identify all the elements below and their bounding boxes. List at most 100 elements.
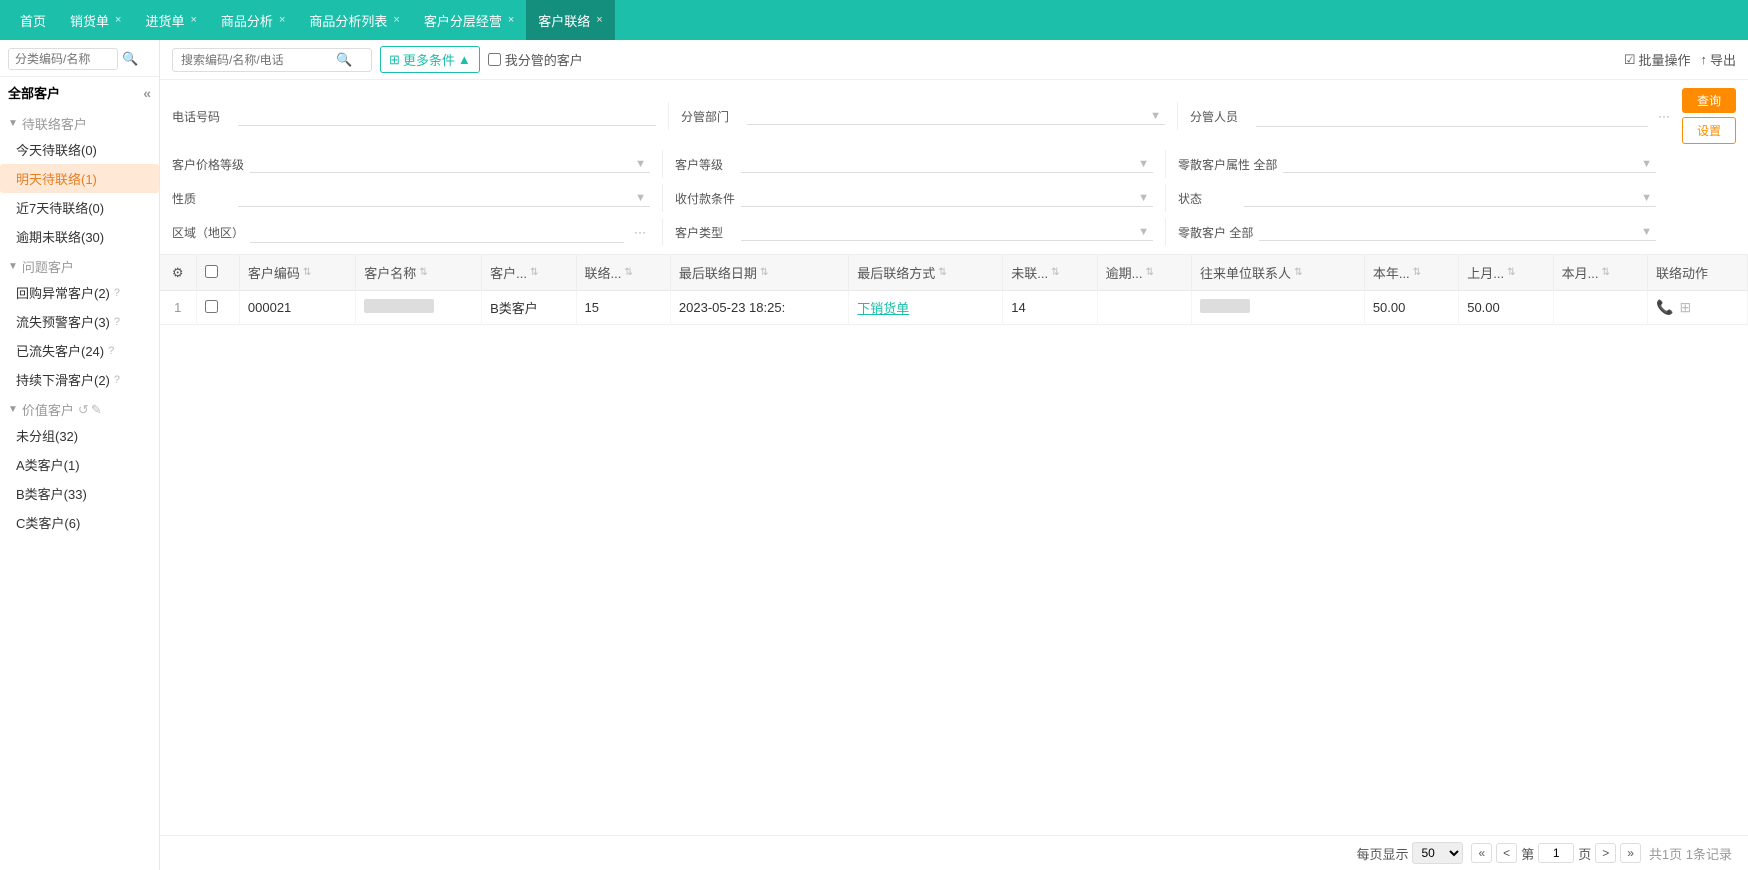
row-checkbox[interactable] [196, 291, 239, 325]
sidebar-item-overdue[interactable]: 逾期未联络(30) [0, 222, 159, 251]
th-this-year[interactable]: 本年... ⇅ [1364, 255, 1458, 291]
edit-value-icon[interactable]: ✎ [91, 402, 102, 418]
col-sort-company-contacts[interactable]: 往来单位联系人 ⇅ [1200, 263, 1302, 282]
export-button[interactable]: ↑ 导出 [1700, 50, 1736, 69]
filter-more-btn[interactable]: ⊞ 更多条件 ▲ [380, 46, 480, 73]
nav-purchase-order-close[interactable]: × [190, 14, 196, 26]
filter-price-level-select[interactable]: ▼ [250, 156, 650, 173]
col-sort-code[interactable]: 客户编码 ⇅ [248, 263, 311, 282]
th-settings[interactable]: ⚙ [160, 255, 196, 291]
col-sort-last-month[interactable]: 上月... ⇅ [1467, 263, 1515, 282]
sidebar-item-class-a[interactable]: A类客户(1) [0, 450, 159, 479]
th-last-method[interactable]: 最后联络方式 ⇅ [849, 255, 1003, 291]
th-checkbox[interactable] [196, 255, 239, 291]
col-sort-last-method[interactable]: 最后联络方式 ⇅ [857, 263, 946, 282]
nav-purchase-order-label: 进货单 [145, 11, 184, 30]
filter-phone-input[interactable] [238, 107, 656, 126]
search-icon[interactable]: 🔍 [336, 52, 352, 68]
grid-icon[interactable]: ⊞ [1679, 299, 1691, 316]
filter-customer-level-select[interactable]: ▼ [741, 156, 1153, 173]
last-page-btn[interactable]: » [1620, 843, 1641, 863]
col-sort-this-month[interactable]: 本月... ⇅ [1562, 263, 1610, 282]
first-page-btn[interactable]: « [1471, 843, 1492, 863]
th-company-contacts[interactable]: 往来单位联系人 ⇅ [1192, 255, 1365, 291]
filter-nature-select[interactable]: ▼ [238, 190, 650, 207]
settings-button[interactable]: 设置 [1682, 117, 1736, 144]
sidebar-group-value-label: 价值客户 [22, 400, 74, 419]
prev-page-btn[interactable]: < [1496, 843, 1517, 863]
th-contacts[interactable]: 联络... ⇅ [576, 255, 670, 291]
sidebar-item-declining[interactable]: 持续下滑客户(2) ? [0, 365, 159, 394]
sidebar-item-ungrouped[interactable]: 未分组(32) [0, 421, 159, 450]
th-uncontacted[interactable]: 未联... ⇅ [1003, 255, 1097, 291]
sidebar-item-churn-warning[interactable]: 流失预警客户(3) ? [0, 307, 159, 336]
call-icon[interactable]: 📞 [1656, 299, 1673, 316]
manager-dots-btn[interactable]: ··· [1654, 109, 1674, 123]
filter-status-select[interactable]: ▼ [1244, 190, 1656, 207]
refresh-icon[interactable]: ↺ [78, 402, 89, 418]
sidebar-item-churned[interactable]: 已流失客户(24) ? [0, 336, 159, 365]
th-this-month[interactable]: 本月... ⇅ [1553, 255, 1647, 291]
help-icon-4: ? [114, 374, 120, 386]
sidebar-item-today[interactable]: 今天待联络(0) [0, 135, 159, 164]
nav-customer-layered[interactable]: 客户分层经营 × [412, 0, 526, 40]
sidebar-item-tomorrow[interactable]: 明天待联络(1) [0, 164, 159, 193]
my-customers-checkbox-label[interactable]: 我分管的客户 [488, 50, 583, 69]
col-sort-name[interactable]: 客户名称 ⇅ [364, 263, 427, 282]
page-size-select[interactable]: 10 20 50 100 [1412, 842, 1463, 864]
nav-home-label: 首页 [20, 11, 46, 30]
page-number-input[interactable] [1538, 843, 1574, 863]
page-label: 第 [1521, 844, 1534, 863]
filter-dept-select[interactable]: ▼ [747, 108, 1165, 125]
query-button[interactable]: 查询 [1682, 88, 1736, 113]
sidebar-item-abnormal[interactable]: 回购异常客户(2) ? [0, 278, 159, 307]
batch-op-button[interactable]: ☑ 批量操作 [1624, 50, 1691, 69]
filter-retail-attr-select[interactable]: ▼ [1283, 156, 1656, 173]
region-dots-btn[interactable]: ··· [630, 225, 650, 239]
search-input[interactable] [181, 53, 336, 67]
th-code[interactable]: 客户编码 ⇅ [239, 255, 355, 291]
filter-payment-select[interactable]: ▼ [741, 190, 1153, 207]
th-last-month[interactable]: 上月... ⇅ [1459, 255, 1553, 291]
sidebar-all-customers[interactable]: 全部客户 « [0, 77, 159, 108]
sidebar-search-input[interactable] [8, 48, 118, 70]
col-sort-last-date[interactable]: 最后联络日期 ⇅ [679, 263, 768, 282]
next-page-btn[interactable]: > [1595, 843, 1616, 863]
nav-sales-order-close[interactable]: × [115, 14, 121, 26]
table-row: 1 000021 B类客户 [160, 291, 1748, 325]
row-last-month: 50.00 [1459, 291, 1553, 325]
select-all-checkbox[interactable] [205, 265, 218, 278]
filter-row-4: 区域（地区） ··· 客户类型 ▼ 零散客户 全部 [172, 218, 1736, 246]
th-last-date[interactable]: 最后联络日期 ⇅ [670, 255, 848, 291]
nav-customer-contact[interactable]: 客户联络 × [526, 0, 614, 40]
nav-product-analysis[interactable]: 商品分析 × [209, 0, 297, 40]
nav-home[interactable]: 首页 [8, 0, 58, 40]
col-sort-type[interactable]: 客户... ⇅ [490, 263, 538, 282]
filter-retail-customer-select[interactable]: ▼ [1259, 224, 1656, 241]
sidebar-item-7days[interactable]: 近7天待联络(0) [0, 193, 159, 222]
col-sort-uncontacted[interactable]: 未联... ⇅ [1011, 263, 1059, 282]
nav-customer-contact-close[interactable]: × [596, 14, 602, 26]
row-this-year: 50.00 [1364, 291, 1458, 325]
nav-purchase-order[interactable]: 进货单 × [133, 0, 208, 40]
col-sort-overdue[interactable]: 逾期... ⇅ [1106, 263, 1154, 282]
nav-product-analysis-list-close[interactable]: × [393, 14, 399, 26]
row-select-checkbox[interactable] [205, 300, 218, 313]
th-type[interactable]: 客户... ⇅ [482, 255, 576, 291]
col-sort-this-year[interactable]: 本年... ⇅ [1373, 263, 1421, 282]
th-name[interactable]: 客户名称 ⇅ [356, 255, 482, 291]
filter-payment-label: 收付款条件 [675, 190, 735, 207]
my-customers-checkbox[interactable] [488, 53, 501, 66]
sidebar-search-icon[interactable]: 🔍 [122, 51, 138, 67]
sidebar-item-class-c[interactable]: C类客户(6) [0, 508, 159, 537]
nav-sales-order[interactable]: 销货单 × [58, 0, 133, 40]
row-last-method[interactable]: 下销货单 [849, 291, 1003, 325]
filter-customer-type-select[interactable]: ▼ [741, 224, 1153, 241]
sort-icon-contacts: ⇅ [624, 267, 632, 278]
nav-product-analysis-list[interactable]: 商品分析列表 × [297, 0, 411, 40]
sidebar-item-class-b[interactable]: B类客户(33) [0, 479, 159, 508]
th-overdue[interactable]: 逾期... ⇅ [1097, 255, 1191, 291]
col-sort-contacts[interactable]: 联络... ⇅ [585, 263, 633, 282]
nav-product-analysis-close[interactable]: × [279, 14, 285, 26]
nav-customer-layered-close[interactable]: × [508, 14, 514, 26]
